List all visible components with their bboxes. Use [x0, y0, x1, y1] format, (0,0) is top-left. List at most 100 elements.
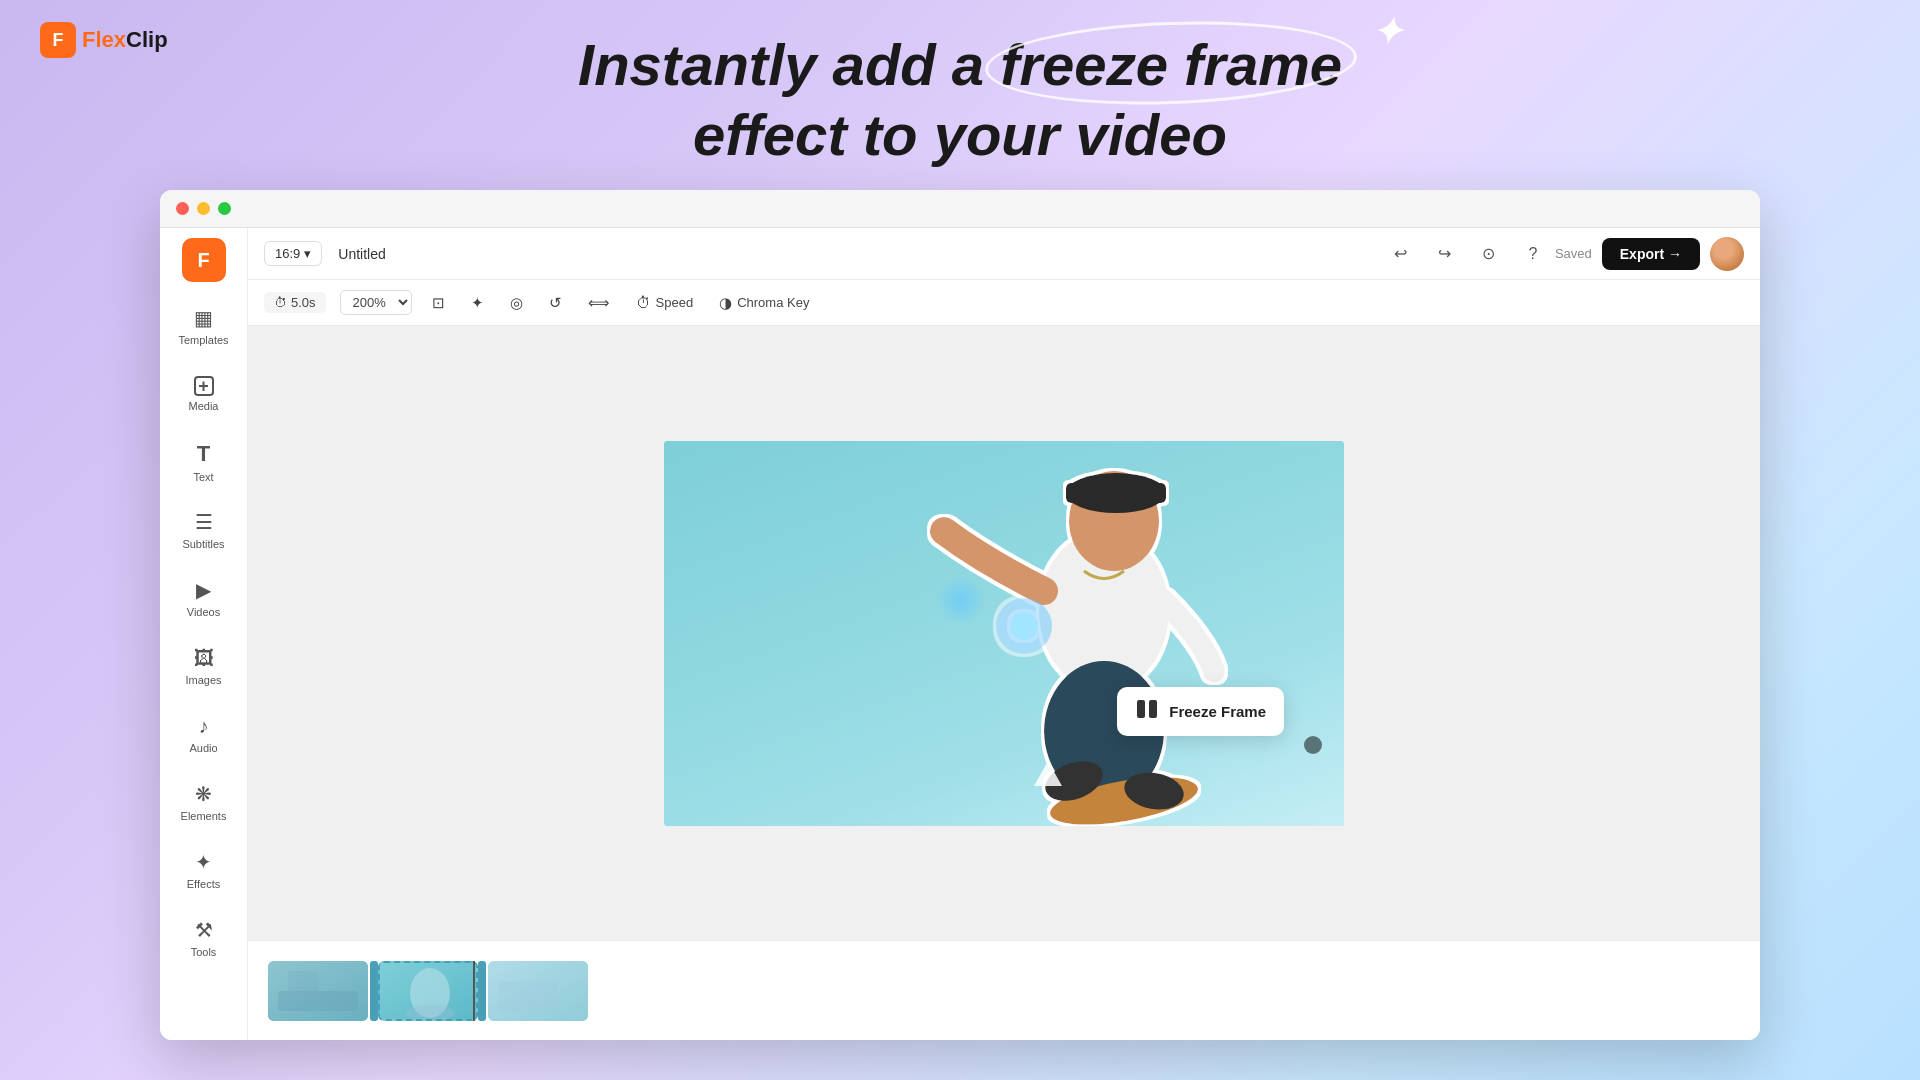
video-background	[664, 441, 1344, 826]
enhance-icon: ✦	[471, 294, 484, 312]
speed-label: Speed	[656, 295, 694, 310]
logo-icon: F	[40, 22, 76, 58]
templates-icon: ▦	[194, 306, 213, 330]
toolbar: 16:9 ▾ Untitled ↩ ↪ ⊙ ? Saved Export →	[248, 228, 1760, 280]
svg-rect-4	[1066, 483, 1166, 503]
sidebar-item-text[interactable]: T Text	[168, 430, 240, 494]
chroma-label: Chroma Key	[737, 295, 809, 310]
enhance-tool[interactable]: ✦	[465, 290, 490, 316]
redo-button[interactable]: ↪	[1429, 238, 1461, 270]
toolbar-center: ↩ ↪ ⊙ ?	[1385, 238, 1549, 270]
svg-rect-11	[1137, 700, 1145, 718]
timeline-clip-2[interactable]	[378, 961, 478, 1021]
help-button[interactable]: ?	[1517, 238, 1549, 270]
sidebar-item-tools-label: Tools	[191, 946, 217, 958]
timeline-track	[268, 961, 588, 1021]
undo-button[interactable]: ↩	[1385, 238, 1417, 270]
hero-title: Instantly add a freeze frame ✦ effect to…	[578, 30, 1342, 169]
hero-highlight: freeze frame ✦	[1000, 30, 1342, 100]
undo-effect-icon: ↺	[549, 294, 562, 312]
window-chrome	[160, 190, 1760, 228]
freeze-frame-label: Freeze Frame	[1169, 703, 1266, 720]
sidebar-item-audio[interactable]: ♪ Audio	[168, 702, 240, 766]
app-body: F ▦ Templates + Media T Text ☰ Subtitles…	[160, 228, 1760, 1040]
svg-rect-15	[288, 971, 318, 996]
video-canvas: Freeze Frame	[664, 441, 1344, 826]
window-close-btn[interactable]	[176, 202, 189, 215]
sidebar-item-effects[interactable]: ✦ Effects	[168, 838, 240, 902]
speed-icon: ⏱	[636, 294, 651, 311]
chroma-icon: ◑	[719, 294, 732, 312]
sidebar-item-images-label: Images	[185, 674, 221, 686]
sidebar-item-tools[interactable]: ⚒ Tools	[168, 906, 240, 970]
project-name: Untitled	[338, 246, 385, 262]
svg-point-9	[1010, 612, 1038, 640]
paint-icon: ◎	[510, 294, 523, 312]
main-content: 16:9 ▾ Untitled ↩ ↪ ⊙ ? Saved Export →	[248, 228, 1760, 1040]
sidebar-item-images[interactable]: 🖼 Images	[168, 634, 240, 698]
window-maximize-btn[interactable]	[218, 202, 231, 215]
timeline	[248, 940, 1760, 1040]
sidebar-item-media-label: Media	[189, 400, 219, 412]
avatar-image	[1710, 237, 1744, 271]
sidebar-item-effects-label: Effects	[187, 878, 220, 890]
duration-badge: ⏱ 5.0s	[264, 292, 326, 313]
effects-icon: ✦	[195, 850, 212, 874]
clip-handle-right-2[interactable]	[478, 961, 486, 1021]
undo-effect-tool[interactable]: ↺	[543, 290, 568, 316]
aspect-ratio-button[interactable]: 16:9 ▾	[264, 241, 322, 266]
flip-icon: ⟺	[588, 294, 610, 312]
toolbar-left: 16:9 ▾ Untitled	[264, 241, 1379, 266]
text-icon: T	[197, 441, 210, 467]
videos-icon: ▶	[196, 578, 211, 602]
zoom-select[interactable]: 200% 100% 150% 50%	[340, 290, 412, 315]
timeline-clip-1[interactable]	[268, 961, 368, 1021]
window-minimize-btn[interactable]	[197, 202, 210, 215]
app-window: F ▦ Templates + Media T Text ☰ Subtitles…	[160, 190, 1760, 1040]
media-icon: +	[194, 376, 214, 396]
paint-tool[interactable]: ◎	[504, 290, 529, 316]
crop-tool[interactable]: ⊡	[426, 290, 451, 316]
sidebar-item-templates[interactable]: ▦ Templates	[168, 294, 240, 358]
sidebar-item-videos-label: Videos	[187, 606, 220, 618]
flip-tool[interactable]: ⟺	[582, 290, 616, 316]
sidebar-item-videos[interactable]: ▶ Videos	[168, 566, 240, 630]
images-icon: 🖼	[194, 647, 214, 670]
crop-icon: ⊡	[432, 294, 445, 312]
preview-button[interactable]: ⊙	[1473, 238, 1505, 270]
svg-point-18	[405, 1005, 455, 1021]
sidebar-item-subtitles-label: Subtitles	[182, 538, 224, 550]
elements-icon: ❋	[195, 782, 212, 806]
aspect-ratio-value: 16:9	[275, 246, 300, 261]
sidebar-item-elements-label: Elements	[181, 810, 227, 822]
audio-icon: ♪	[199, 715, 209, 738]
saved-status: Saved	[1555, 246, 1592, 261]
logo-text: FlexClip	[82, 27, 168, 53]
clock-icon: ⏱	[274, 295, 287, 310]
freeze-frame-tooltip: Freeze Frame	[1117, 687, 1284, 736]
tools-icon: ⚒	[195, 918, 213, 942]
chroma-key-tool[interactable]: ◑ Chroma Key	[713, 290, 815, 316]
export-label: Export →	[1620, 246, 1682, 262]
sidebar-item-audio-label: Audio	[189, 742, 217, 754]
sidebar-item-templates-label: Templates	[178, 334, 228, 346]
sidebar-item-subtitles[interactable]: ☰ Subtitles	[168, 498, 240, 562]
timeline-playhead[interactable]	[473, 961, 475, 1021]
sidebar: F ▦ Templates + Media T Text ☰ Subtitles…	[160, 228, 248, 1040]
speed-tool[interactable]: ⏱ Speed	[630, 290, 700, 315]
subtitles-icon: ☰	[195, 510, 213, 534]
freeze-frame-icon	[1135, 697, 1159, 726]
export-button[interactable]: Export →	[1602, 238, 1700, 270]
clip-handle-left-2[interactable]	[370, 961, 378, 1021]
logo[interactable]: F FlexClip	[40, 22, 168, 58]
user-avatar[interactable]	[1710, 237, 1744, 271]
skater-figure	[664, 441, 1344, 826]
sidebar-logo: F	[182, 238, 226, 282]
timeline-clip-3[interactable]	[488, 961, 588, 1021]
sidebar-item-elements[interactable]: ❋ Elements	[168, 770, 240, 834]
star-icon: ✦	[1372, 10, 1402, 53]
svg-rect-12	[1149, 700, 1157, 718]
svg-rect-20	[498, 981, 558, 1011]
edit-toolbar: ⏱ 5.0s 200% 100% 150% 50% ⊡ ✦ ◎	[248, 280, 1760, 326]
sidebar-item-media[interactable]: + Media	[168, 362, 240, 426]
